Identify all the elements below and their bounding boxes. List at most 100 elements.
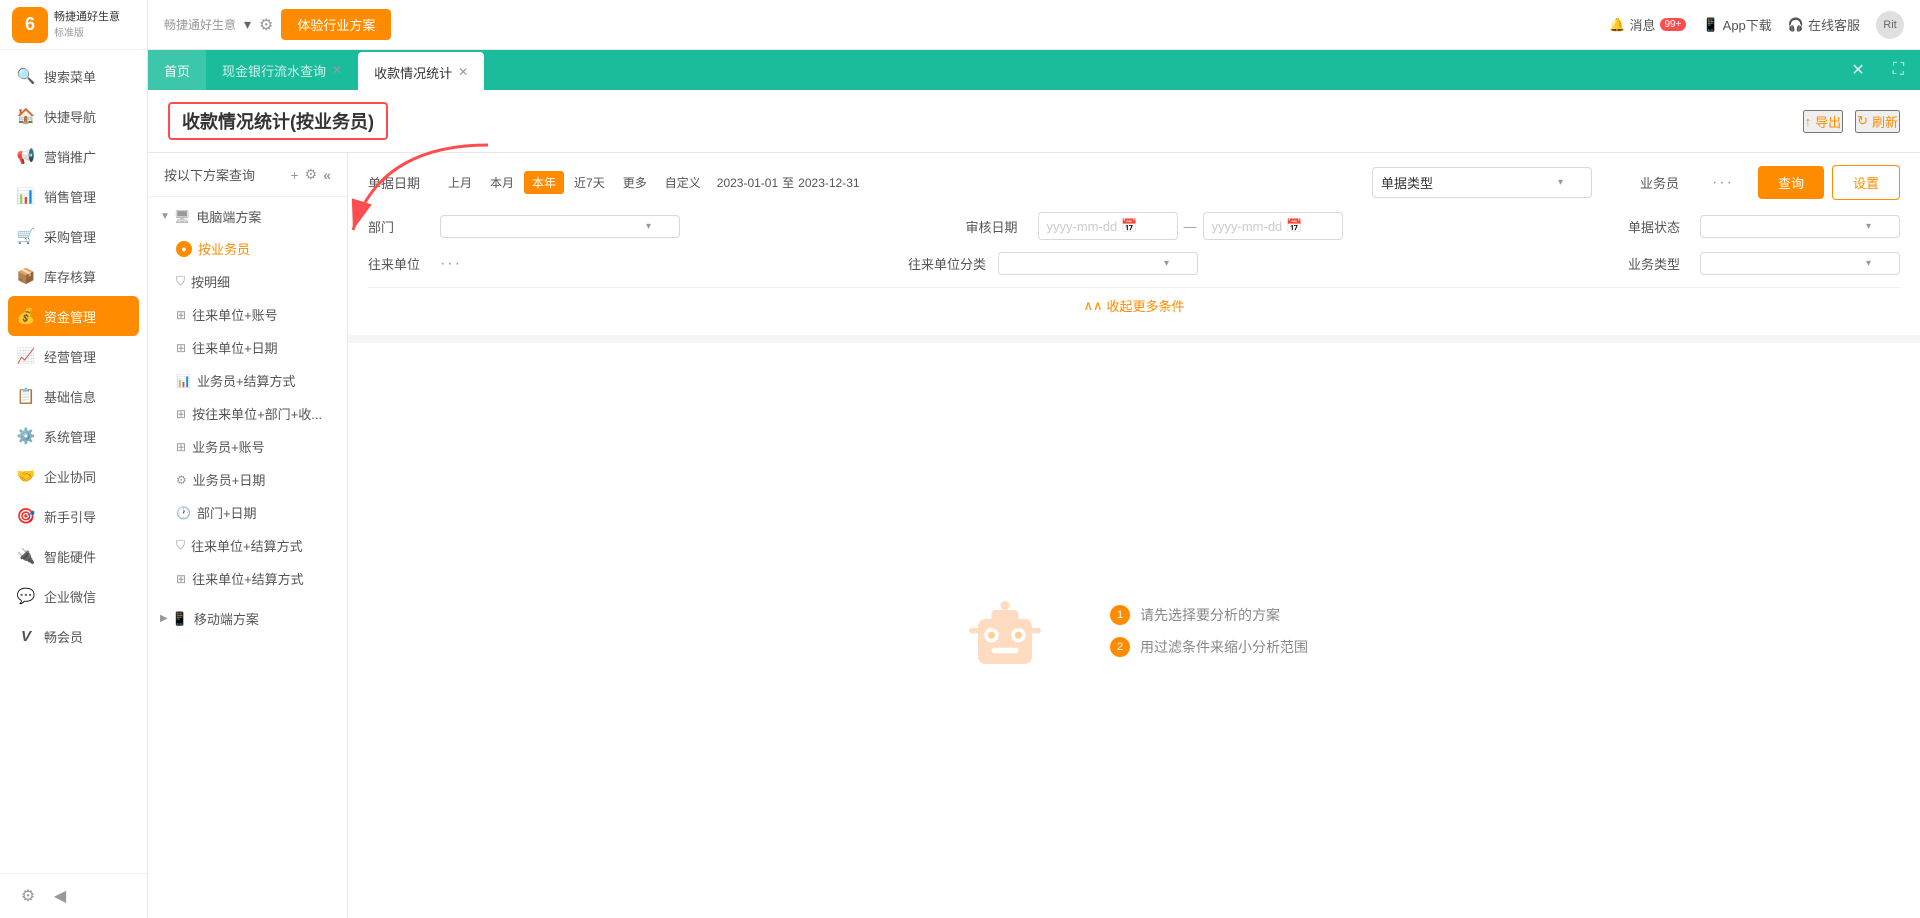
logo-name: 畅捷通好生意	[54, 10, 120, 24]
mobile-group-arrow: ▶	[160, 613, 168, 624]
notification-button[interactable]: 🔔 消息 99+	[1609, 15, 1686, 34]
collapse-button[interactable]: ∧∧ 收起更多条件	[368, 287, 1900, 323]
header-gear-icon[interactable]: ⚙	[259, 15, 273, 35]
tab-bank[interactable]: 现金银行流水查询 ✕	[206, 50, 358, 90]
scheme-item-partner-date[interactable]: ⊞ 往来单位+日期	[148, 331, 347, 364]
logo-icon: 6	[12, 7, 48, 43]
tab-bar-expand-icon[interactable]: ⛶	[1893, 61, 1904, 79]
member-icon: V	[16, 626, 36, 646]
header-dropdown-icon[interactable]: ▾	[244, 16, 251, 33]
tab-home[interactable]: 首页	[148, 50, 206, 90]
doc-status-label: 单据状态	[1628, 217, 1688, 236]
set-button[interactable]: 设置	[1832, 165, 1900, 200]
date-tab-more[interactable]: 更多	[615, 171, 655, 194]
sidebar-item-finance[interactable]: 💰 资金管理	[8, 296, 139, 336]
scheme-item-salesperson-date[interactable]: ⚙ 业务员+日期	[148, 463, 347, 496]
calendar2-icon: 📅	[1286, 218, 1302, 234]
date-tab-year[interactable]: 本年	[524, 171, 564, 194]
sidebar-item-wechat[interactable]: 💬 企业微信	[0, 576, 147, 616]
partner-settlement1-icon: ⛉	[176, 538, 185, 553]
trial-button[interactable]: 体验行业方案	[281, 9, 391, 40]
wechat-icon: 💬	[16, 586, 36, 606]
scheme-item-dept-date[interactable]: 🕐 部门+日期	[148, 496, 347, 529]
empty-step-2: 2 用过滤条件来缩小分析范围	[1110, 637, 1308, 657]
app-download-button[interactable]: 📱 App下载	[1702, 15, 1771, 34]
sidebar-item-hardware[interactable]: 🔌 智能硬件	[0, 536, 147, 576]
desktop-group-arrow: ▼	[160, 211, 170, 222]
scheme-item-detail[interactable]: ⛉ 按明细	[148, 265, 347, 298]
partner-more-icon[interactable]: ···	[440, 255, 462, 273]
user-avatar[interactable]: Rit	[1876, 11, 1904, 39]
scheme-item-partner-account[interactable]: ⊞ 往来单位+账号	[148, 298, 347, 331]
footer-collapse-icon[interactable]: ◀	[48, 884, 72, 908]
mobile-folder-icon: 📱	[172, 611, 188, 627]
tab-bank-close[interactable]: ✕	[332, 63, 342, 77]
sidebar-item-inventory[interactable]: 📦 库存核算	[0, 256, 147, 296]
app-icon: 📱	[1702, 17, 1718, 33]
export-icon: ↑	[1805, 114, 1812, 129]
header-right: 🔔 消息 99+ 📱 App下载 🎧 在线客服 Rit	[1609, 11, 1904, 39]
review-date-to[interactable]: yyyy-mm-dd 📅	[1203, 212, 1343, 240]
sidebar-item-quicknav[interactable]: 🏠 快捷导航	[0, 96, 147, 136]
scheme-item-partner-dept[interactable]: ⊞ 按往来单位+部门+收...	[148, 397, 347, 430]
doc-type-select[interactable]: 单据类型 ▾	[1372, 167, 1592, 198]
scheme-group-mobile: ▶ 📱 移动端方案	[148, 599, 347, 638]
tab-bar-close-icon[interactable]: ✕	[1851, 60, 1864, 80]
content-area: 按以下方案查询 + ⚙ « ▼ 🖥 电脑端方案 ● 按业务员	[148, 153, 1920, 918]
scheme-group-mobile-header[interactable]: ▶ 📱 移动端方案	[148, 603, 347, 634]
tab-receipts[interactable]: 收款情况统计 ✕	[358, 52, 484, 92]
sidebar-item-corp[interactable]: 🤝 企业协同	[0, 456, 147, 496]
panel-collapse-icon[interactable]: «	[323, 167, 331, 183]
refresh-icon: ↻	[1857, 113, 1868, 129]
sidebar-item-sales[interactable]: 📊 销售管理	[0, 176, 147, 216]
business-type-select[interactable]: ▾	[1700, 252, 1900, 275]
tab-receipts-close[interactable]: ✕	[458, 65, 468, 79]
filter-row-2: 部门 ▾ 审核日期 yyyy-mm-dd 📅 — yy	[368, 212, 1900, 240]
sidebar-item-search[interactable]: 🔍 搜索菜单	[0, 56, 147, 96]
system-icon: ⚙️	[16, 426, 36, 446]
date-tabs: 上月 本月 本年 近7天 更多 自定义	[440, 171, 709, 194]
step-2-text: 用过滤条件来缩小分析范围	[1140, 637, 1308, 657]
refresh-button[interactable]: ↻ 刷新	[1855, 110, 1900, 133]
date-tab-month[interactable]: 本月	[482, 171, 522, 194]
desktop-group-label: 电脑端方案	[196, 207, 261, 226]
sidebar-nav: 🔍 搜索菜单 🏠 快捷导航 📢 营销推广 📊 销售管理 🛒 采购管理 📦 库存核…	[0, 50, 147, 873]
partner-category-label: 往来单位分类	[908, 254, 986, 273]
home-icon: 🏠	[16, 106, 36, 126]
review-date-from[interactable]: yyyy-mm-dd 📅	[1038, 212, 1178, 240]
left-panel: 按以下方案查询 + ⚙ « ▼ 🖥 电脑端方案 ● 按业务员	[148, 153, 348, 918]
partner-category-select[interactable]: ▾	[998, 252, 1198, 275]
scheme-item-partner-settlement2[interactable]: ⊞ 往来单位+结算方式	[148, 562, 347, 595]
salesperson-more-icon[interactable]: ···	[1712, 174, 1734, 192]
sidebar-item-marketing[interactable]: 📢 营销推广	[0, 136, 147, 176]
calendar-icon: 📅	[1121, 218, 1137, 234]
finance-icon: 💰	[16, 306, 36, 326]
date-tab-prev[interactable]: 上月	[440, 171, 480, 194]
sidebar-item-system[interactable]: ⚙️ 系统管理	[0, 416, 147, 456]
scheme-item-salesperson-settlement[interactable]: 📊 业务员+结算方式	[148, 364, 347, 397]
sidebar-item-guide[interactable]: 🎯 新手引导	[0, 496, 147, 536]
mobile-group-label: 移动端方案	[194, 609, 259, 628]
scheme-group-desktop: ▼ 🖥 电脑端方案 ● 按业务员 ⛉ 按明细 ⊞ 往来单位+账号	[148, 197, 347, 599]
dept-select[interactable]: ▾	[440, 215, 680, 238]
sidebar-item-member[interactable]: V 畅会员	[0, 616, 147, 656]
date-tab-custom[interactable]: 自定义	[657, 171, 709, 194]
scheme-item-salesperson[interactable]: ● 按业务员	[148, 232, 347, 265]
footer-settings-icon[interactable]: ⚙	[16, 884, 40, 908]
panel-add-icon[interactable]: +	[290, 167, 298, 183]
date-label: 单据日期	[368, 173, 428, 192]
sidebar-item-operation[interactable]: 📈 经营管理	[0, 336, 147, 376]
sidebar-item-purchase[interactable]: 🛒 采购管理	[0, 216, 147, 256]
query-button[interactable]: 查询	[1758, 166, 1824, 199]
scheme-item-salesperson-account[interactable]: ⊞ 业务员+账号	[148, 430, 347, 463]
panel-settings-icon[interactable]: ⚙	[305, 166, 318, 183]
scheme-item-partner-settlement1[interactable]: ⛉ 往来单位+结算方式	[148, 529, 347, 562]
scheme-group-desktop-header[interactable]: ▼ 🖥 电脑端方案	[148, 201, 347, 232]
page-title-box: 收款情况统计(按业务员)	[168, 102, 388, 140]
online-service-button[interactable]: 🎧 在线客服	[1788, 15, 1860, 34]
doc-status-select[interactable]: ▾	[1700, 215, 1900, 238]
panel-header: 按以下方案查询 + ⚙ «	[148, 153, 347, 197]
sidebar-item-basicinfo[interactable]: 📋 基础信息	[0, 376, 147, 416]
export-button[interactable]: ↑ 导出	[1803, 110, 1844, 133]
date-tab-7days[interactable]: 近7天	[566, 171, 613, 194]
